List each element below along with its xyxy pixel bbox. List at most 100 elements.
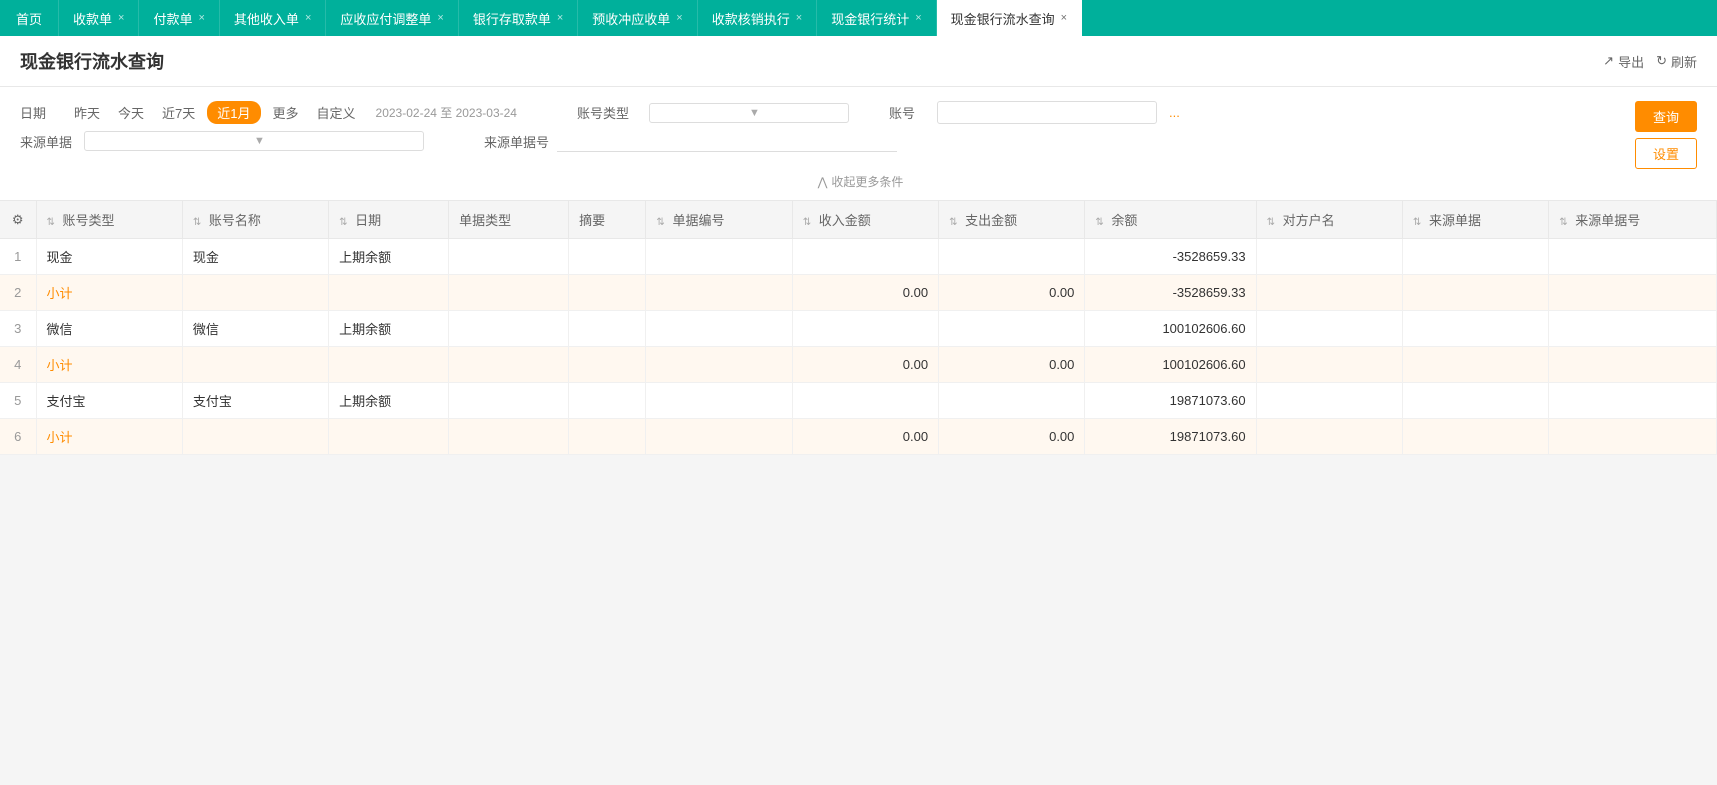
- account-type-select[interactable]: ▼: [649, 103, 849, 123]
- doc-type-cell: [449, 383, 569, 419]
- sort-icon: ⇅: [193, 217, 201, 228]
- close-icon[interactable]: ×: [557, 12, 563, 24]
- date-opt-yesterday[interactable]: 昨天: [68, 101, 106, 124]
- refresh-icon: ↻: [1656, 53, 1667, 69]
- account-label: 账号: [889, 103, 921, 122]
- settings-button[interactable]: 设置: [1635, 138, 1697, 169]
- date-opt-more[interactable]: 更多: [267, 101, 305, 124]
- doc-no-cell: [646, 311, 792, 347]
- income-cell: [792, 239, 938, 275]
- doc-no-cell: [646, 419, 792, 455]
- collapse-bar[interactable]: ⋀ 收起更多条件: [20, 173, 1697, 190]
- doc-no-cell: [646, 275, 792, 311]
- table-row: 6小计0.000.0019871073.60: [0, 419, 1717, 455]
- close-icon[interactable]: ×: [198, 12, 204, 24]
- nav-tab-应收应付调整单[interactable]: 应收应付调整单 ×: [326, 0, 458, 36]
- nav-home[interactable]: 首页: [0, 0, 59, 36]
- summary-cell: [569, 239, 646, 275]
- close-icon[interactable]: ×: [796, 12, 802, 24]
- col-income[interactable]: ⇅ 收入金额: [792, 201, 938, 239]
- col-source-doc-no[interactable]: ⇅ 来源单据号: [1549, 201, 1717, 239]
- query-button[interactable]: 查询: [1635, 101, 1697, 132]
- account-type-cell: 小计: [36, 419, 182, 455]
- expense-cell: [939, 383, 1085, 419]
- counterparty-cell: [1256, 311, 1402, 347]
- col-source-doc[interactable]: ⇅ 来源单据: [1402, 201, 1548, 239]
- more-dots-button[interactable]: ...: [1169, 105, 1180, 120]
- date-opt-7days[interactable]: 近7天: [156, 101, 201, 124]
- source-doc-cell: [1402, 383, 1548, 419]
- source-doc-no-cell: [1549, 311, 1717, 347]
- income-cell: [792, 311, 938, 347]
- row-num: 3: [0, 311, 36, 347]
- income-cell: [792, 383, 938, 419]
- col-balance[interactable]: ⇅ 余额: [1085, 201, 1256, 239]
- source-doc-no-cell: [1549, 239, 1717, 275]
- col-account-type[interactable]: ⇅ 账号类型: [36, 201, 182, 239]
- expense-cell: 0.00: [939, 419, 1085, 455]
- source-doc-cell: [1402, 275, 1548, 311]
- doc-type-cell: [449, 239, 569, 275]
- date-cell: [329, 347, 449, 383]
- col-date[interactable]: ⇅ 日期: [329, 201, 449, 239]
- balance-cell: -3528659.33: [1085, 239, 1256, 275]
- nav-tab-现金银行流水查询[interactable]: 现金银行流水查询 ×: [937, 0, 1082, 36]
- doc-no-cell: [646, 383, 792, 419]
- date-opt-today[interactable]: 今天: [112, 101, 150, 124]
- doc-type-cell: [449, 347, 569, 383]
- balance-cell: 19871073.60: [1085, 419, 1256, 455]
- col-expense[interactable]: ⇅ 支出金额: [939, 201, 1085, 239]
- expense-cell: 0.00: [939, 347, 1085, 383]
- sort-icon: ⇅: [949, 217, 957, 228]
- nav-tab-付款单[interactable]: 付款单 ×: [139, 0, 219, 36]
- top-nav: 首页 收款单 × 付款单 × 其他收入单 × 应收应付调整单 × 银行存取款单 …: [0, 0, 1717, 36]
- subtotal-label: 小计: [47, 430, 73, 445]
- source-doc-select[interactable]: ▼: [84, 131, 424, 151]
- account-name-cell: 支付宝: [182, 383, 328, 419]
- close-icon[interactable]: ×: [676, 12, 682, 24]
- close-icon[interactable]: ×: [915, 12, 921, 24]
- source-doc-cell: [1402, 311, 1548, 347]
- col-doc-no[interactable]: ⇅ 单据编号: [646, 201, 792, 239]
- date-cell: 上期余额: [329, 239, 449, 275]
- date-opt-custom[interactable]: 自定义: [311, 101, 362, 124]
- header-actions: ↗ 导出 ↻ 刷新: [1603, 52, 1697, 71]
- close-icon[interactable]: ×: [1061, 12, 1067, 24]
- account-type-cell: 小计: [36, 347, 182, 383]
- source-doc-label: 来源单据: [20, 132, 76, 151]
- balance-cell: 19871073.60: [1085, 383, 1256, 419]
- nav-tab-现金银行统计[interactable]: 现金银行统计 ×: [817, 0, 936, 36]
- col-settings[interactable]: ⚙: [0, 201, 36, 239]
- close-icon[interactable]: ×: [305, 12, 311, 24]
- source-doc-cell: [1402, 239, 1548, 275]
- source-doc-no-cell: [1549, 419, 1717, 455]
- account-type-label: 账号类型: [577, 103, 633, 122]
- account-name-cell: [182, 347, 328, 383]
- date-opt-1month[interactable]: 近1月: [207, 101, 260, 124]
- account-input[interactable]: [937, 101, 1157, 124]
- nav-tab-收款单[interactable]: 收款单 ×: [59, 0, 139, 36]
- col-account-name[interactable]: ⇅ 账号名称: [182, 201, 328, 239]
- close-icon[interactable]: ×: [437, 12, 443, 24]
- account-name-cell: 微信: [182, 311, 328, 347]
- refresh-button[interactable]: ↻ 刷新: [1656, 52, 1697, 71]
- export-button[interactable]: ↗ 导出: [1603, 52, 1644, 71]
- table-row: 1现金现金上期余额-3528659.33: [0, 239, 1717, 275]
- nav-tab-其他收入单[interactable]: 其他收入单 ×: [220, 0, 326, 36]
- date-cell: [329, 419, 449, 455]
- date-range-display: 2023-02-24 至 2023-03-24: [376, 104, 517, 121]
- nav-tab-预收冲应收单[interactable]: 预收冲应收单 ×: [578, 0, 697, 36]
- sort-icon: ⇅: [1413, 217, 1421, 228]
- source-doc-num-input[interactable]: [557, 130, 897, 152]
- nav-tab-收款核销执行[interactable]: 收款核销执行 ×: [698, 0, 817, 36]
- expense-cell: [939, 311, 1085, 347]
- col-counterparty[interactable]: ⇅ 对方户名: [1256, 201, 1402, 239]
- close-icon[interactable]: ×: [118, 12, 124, 24]
- table-row: 5支付宝支付宝上期余额19871073.60: [0, 383, 1717, 419]
- account-type-cell: 支付宝: [36, 383, 182, 419]
- account-type-cell: 现金: [36, 239, 182, 275]
- account-name-cell: [182, 275, 328, 311]
- table-row: 2小计0.000.00-3528659.33: [0, 275, 1717, 311]
- subtotal-label: 小计: [47, 286, 73, 301]
- nav-tab-银行存取款单[interactable]: 银行存取款单 ×: [459, 0, 578, 36]
